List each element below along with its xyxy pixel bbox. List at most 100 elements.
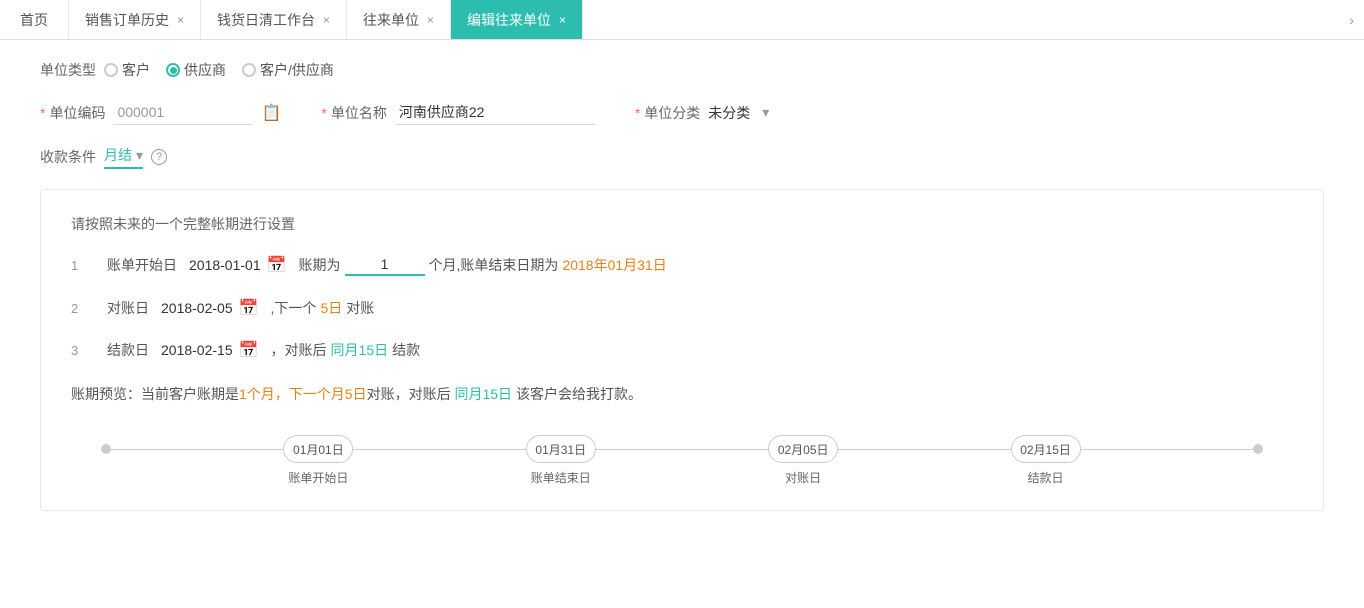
unit-name-field-group	[395, 100, 595, 125]
tab-bar: 首页 销售订单历史 × 钱货日清工作台 × 往来单位 × 编辑往来单位 × ›	[0, 0, 1364, 40]
timeline-dot-3[interactable]: 02月15日	[1011, 435, 1081, 463]
timeline-label-2: 对账日	[785, 469, 821, 486]
condition-dropdown-icon[interactable]: ▾	[136, 147, 143, 164]
row3-note1: ，对账后	[271, 340, 327, 360]
timeline-dot-1[interactable]: 01月31日	[526, 435, 596, 463]
setting-row-3: 3 结款日 2018-02-15 📅 ，对账后同月15日结款	[71, 340, 1293, 360]
setting-row-1: 1 账单开始日 2018-01-01 📅 账期为 个月,账单结束日期为2018年01月31…	[71, 254, 1293, 276]
tab-home[interactable]: 首页	[0, 0, 69, 39]
radio-circle-supplier	[166, 63, 180, 77]
main-content: 单位类型 客户 供应商 客户/供应商 * 单位编码 📋 * 单位名称 * 单位分类 …	[0, 40, 1364, 608]
unit-type-radio-group: 客户 供应商 客户/供应商	[104, 60, 334, 80]
unit-type-row: 单位类型 客户 供应商 客户/供应商	[40, 60, 1324, 80]
row-cal-icon-2[interactable]: 📅	[239, 298, 259, 318]
unit-info-row: * 单位编码 📋 * 单位名称 * 单位分类 未分类 ▾	[40, 100, 1324, 125]
radio-both[interactable]: 客户/供应商	[242, 60, 334, 80]
tab-label-home: 首页	[20, 10, 48, 30]
calendar-icon[interactable]: 📋	[261, 103, 281, 123]
row-label-1: 账单开始日	[107, 255, 177, 275]
unit-code-input[interactable]	[113, 100, 253, 125]
tab-arrow[interactable]: ›	[1339, 0, 1364, 39]
preview-part3: 同月15日	[451, 386, 516, 402]
row-date-3: 2018-02-15	[161, 342, 233, 358]
setting-panel: 请按照未来的一个完整帐期进行设置 1 账单开始日 2018-01-01 📅 账期为 个月,…	[40, 189, 1324, 511]
preview-part2: 下一个月5日	[289, 386, 367, 402]
row1-note2: 个月,账单结束日期为	[429, 255, 559, 275]
row-date-1: 2018-01-01	[189, 257, 261, 273]
row1-highlight: 2018年01月31日	[562, 255, 666, 275]
preview-middle: 对账，对账后	[367, 386, 451, 402]
timeline-left-dot	[101, 444, 111, 454]
preview-label: 账期预览：当前客户账期是	[71, 386, 239, 402]
row-cal-icon-1[interactable]: 📅	[267, 255, 287, 275]
tab-label-cash-work: 钱货日清工作台	[217, 10, 315, 30]
radio-dot-supplier	[170, 67, 177, 74]
radio-label-supplier: 供应商	[184, 60, 226, 80]
help-icon[interactable]: ?	[151, 149, 167, 165]
required-star-code: *	[40, 105, 45, 121]
row-label-2: 对账日	[107, 298, 149, 318]
timeline-label-3: 结款日	[1028, 469, 1064, 486]
row-num-3: 3	[71, 343, 91, 358]
category-dropdown-icon[interactable]: ▾	[762, 104, 769, 121]
tab-partner-unit[interactable]: 往来单位 ×	[347, 0, 451, 39]
row3-highlight: 同月15日	[331, 340, 389, 360]
timeline-container: 01月01日账单开始日 01月31日账单结束日 02月05日对账日 02月15日结款日	[71, 435, 1293, 486]
timeline-label-1: 账单结束日	[531, 469, 591, 486]
row-label-3: 结款日	[107, 340, 149, 360]
unit-category-value: 未分类	[708, 103, 750, 123]
tab-close-sales-order-history[interactable]: ×	[177, 13, 184, 27]
tab-label-sales-order-history: 销售订单历史	[85, 10, 169, 30]
row2-note1: ,下一个	[271, 298, 317, 318]
unit-code-field-group: 📋	[113, 100, 281, 125]
timeline-right-dot	[1253, 444, 1263, 454]
month-input[interactable]	[345, 254, 425, 276]
required-star-category: *	[635, 105, 640, 121]
tab-label-edit-partner-unit: 编辑往来单位	[467, 10, 551, 30]
tab-cash-work[interactable]: 钱货日清工作台 ×	[201, 0, 347, 39]
row3-note2: 结款	[392, 340, 420, 360]
preview-text: 账期预览：当前客户账期是1个月，下一个月5日对账，对账后 同月15日 该客户会给…	[71, 382, 1293, 407]
radio-label-both: 客户/供应商	[260, 60, 334, 80]
unit-name-label: 单位名称	[331, 103, 387, 123]
unit-name-input[interactable]	[395, 100, 595, 125]
timeline-dot-0[interactable]: 01月01日	[283, 435, 353, 463]
tab-label-partner-unit: 往来单位	[363, 10, 419, 30]
radio-label-customer: 客户	[122, 60, 150, 80]
preview-part1: 1个月，	[239, 386, 289, 402]
row-num-1: 1	[71, 258, 91, 273]
timeline-node-1: 01月31日账单结束日	[526, 435, 596, 486]
timeline-node-0: 01月01日账单开始日	[283, 435, 353, 486]
tab-sales-order-history[interactable]: 销售订单历史 ×	[69, 0, 201, 39]
row1-note1: 账期为	[299, 255, 341, 275]
row-date-2: 2018-02-05	[161, 300, 233, 316]
tab-close-edit-partner-unit[interactable]: ×	[559, 13, 566, 27]
payment-condition-group: 月结 ▾ ?	[104, 145, 167, 169]
condition-value: 月结	[104, 145, 132, 165]
timeline-dot-2[interactable]: 02月05日	[768, 435, 838, 463]
row-cal-icon-3[interactable]: 📅	[239, 340, 259, 360]
unit-type-label: 单位类型	[40, 60, 96, 80]
tab-close-cash-work[interactable]: ×	[323, 13, 330, 27]
row-num-2: 2	[71, 301, 91, 316]
preview-suffix: 该客户会给我打款。	[516, 386, 642, 402]
required-star-name: *	[321, 105, 326, 121]
row2-note2: 对账	[346, 298, 374, 318]
timeline-label-0: 账单开始日	[288, 469, 348, 486]
payment-condition-row: 收款条件 月结 ▾ ?	[40, 145, 1324, 169]
unit-category-field-group: 未分类 ▾	[708, 103, 769, 123]
timeline-node-2: 02月05日对账日	[768, 435, 838, 486]
radio-circle-customer	[104, 63, 118, 77]
row2-highlight: 5日	[320, 298, 342, 318]
timeline-node-3: 02月15日结款日	[1011, 435, 1081, 486]
unit-category-label: 单位分类	[644, 103, 700, 123]
setting-rows-container: 1 账单开始日 2018-01-01 📅 账期为 个月,账单结束日期为2018年01月31…	[71, 254, 1293, 360]
timeline-nodes: 01月01日账单开始日 01月31日账单结束日 02月05日对账日 02月15日结款日	[101, 435, 1263, 486]
radio-supplier[interactable]: 供应商	[166, 60, 226, 80]
condition-select-wrap[interactable]: 月结 ▾	[104, 145, 143, 169]
setting-title: 请按照未来的一个完整帐期进行设置	[71, 214, 1293, 234]
tab-close-partner-unit[interactable]: ×	[427, 13, 434, 27]
radio-customer[interactable]: 客户	[104, 60, 150, 80]
tab-edit-partner-unit[interactable]: 编辑往来单位 ×	[451, 0, 583, 39]
setting-row-2: 2 对账日 2018-02-05 📅 ,下一个5日对账	[71, 298, 1293, 318]
